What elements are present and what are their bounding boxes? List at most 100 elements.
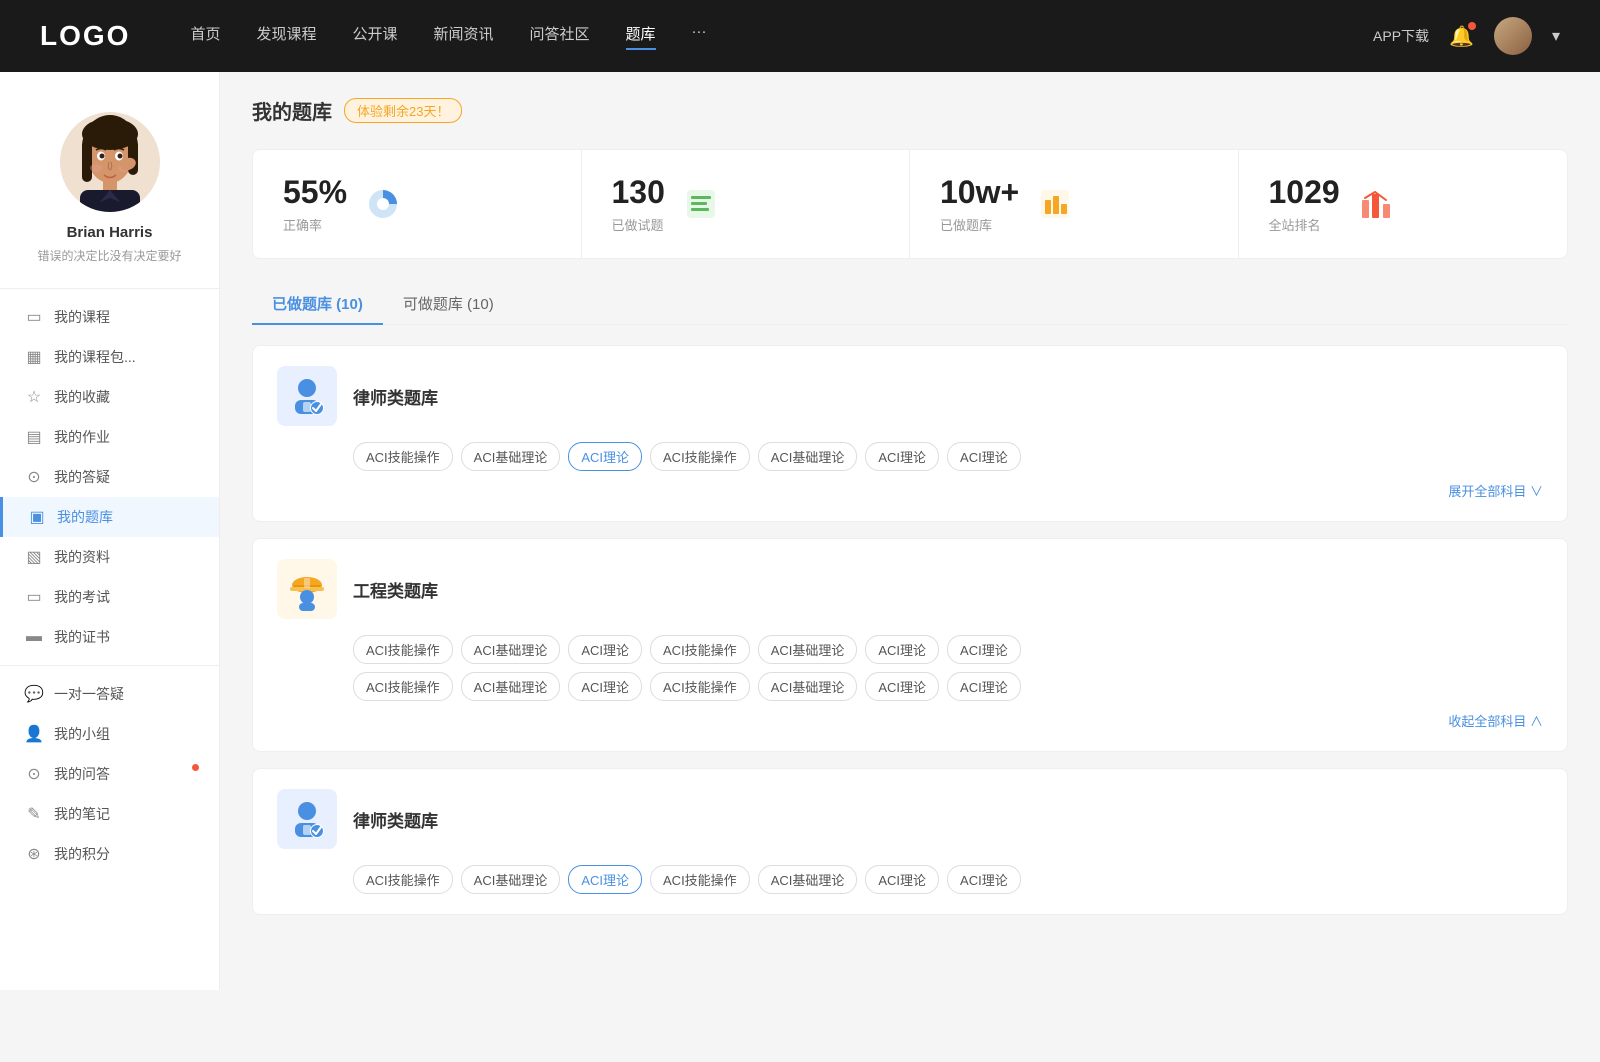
eng-tag-8[interactable]: ACI基础理论: [461, 672, 561, 701]
tab-done-banks[interactable]: 已做题库 (10): [252, 283, 383, 324]
eng-tag-13[interactable]: ACI理论: [947, 672, 1021, 701]
eng-tag-10[interactable]: ACI技能操作: [650, 672, 750, 701]
sidebar-item-exam[interactable]: ▭ 我的考试: [0, 577, 219, 617]
eng-tag-1[interactable]: ACI基础理论: [461, 635, 561, 664]
tag-3[interactable]: ACI技能操作: [650, 442, 750, 471]
nav-home[interactable]: 首页: [190, 23, 220, 50]
eng-tag-6[interactable]: ACI理论: [947, 635, 1021, 664]
sidebar-item-label: 我的课程包...: [54, 347, 136, 367]
avatar[interactable]: [1494, 17, 1532, 55]
eng-tag-2[interactable]: ACI理论: [568, 635, 642, 664]
tag-2-active[interactable]: ACI理论: [568, 442, 642, 471]
qbank-list: 律师类题库 ACI技能操作 ACI基础理论 ACI理论 ACI技能操作 ACI基…: [252, 345, 1568, 931]
homework-icon: ▤: [24, 427, 44, 447]
qbank-name-lawyer-1: 律师类题库: [353, 384, 438, 409]
l2-tag-6[interactable]: ACI理论: [947, 865, 1021, 894]
tab-available-banks[interactable]: 可做题库 (10): [383, 283, 514, 324]
sidebar-item-label: 我的积分: [54, 844, 110, 864]
sidebar-item-certificate[interactable]: ▬ 我的证书: [0, 617, 219, 657]
sidebar-divider-1: [0, 288, 219, 289]
l2-tag-1[interactable]: ACI基础理论: [461, 865, 561, 894]
qbank-tags-lawyer-1: ACI技能操作 ACI基础理论 ACI理论 ACI技能操作 ACI基础理论 AC…: [353, 442, 1543, 471]
sidebar-item-qa[interactable]: ⊙ 我的答疑: [0, 457, 219, 497]
question-dot: [192, 764, 199, 771]
l2-tag-0[interactable]: ACI技能操作: [353, 865, 453, 894]
nav-qa[interactable]: 问答社区: [530, 23, 590, 50]
l2-tag-4[interactable]: ACI基础理论: [758, 865, 858, 894]
sidebar-item-label: 我的证书: [54, 627, 110, 647]
collapse-link[interactable]: 收起全部科目 ∧: [1448, 714, 1543, 729]
sidebar-item-1on1[interactable]: 💬 一对一答疑: [0, 674, 219, 714]
app-download-button[interactable]: APP下载: [1373, 26, 1429, 46]
sidebar-item-mygroup[interactable]: 👤 我的小组: [0, 714, 219, 754]
sidebar-item-mypoints[interactable]: ⊛ 我的积分: [0, 834, 219, 874]
sidebar-item-homework[interactable]: ▤ 我的作业: [0, 417, 219, 457]
notification-bell[interactable]: 🔔: [1449, 24, 1474, 49]
sidebar-item-favorites[interactable]: ☆ 我的收藏: [0, 377, 219, 417]
tag-4[interactable]: ACI基础理论: [758, 442, 858, 471]
nav-opencourse[interactable]: 公开课: [352, 23, 397, 50]
stat-done-banks: 10w+ 已做题库: [910, 150, 1239, 258]
sidebar-item-label: 我的小组: [54, 724, 110, 744]
stat-done-questions: 130 已做试题: [582, 150, 911, 258]
tag-0[interactable]: ACI技能操作: [353, 442, 453, 471]
qbank-tags-engineer-row1: ACI技能操作 ACI基础理论 ACI理论 ACI技能操作 ACI基础理论 AC…: [353, 635, 1543, 664]
tag-6[interactable]: ACI理论: [947, 442, 1021, 471]
tag-5[interactable]: ACI理论: [865, 442, 939, 471]
main-content: 我的题库 体验剩余23天！ 55% 正确率: [220, 72, 1600, 990]
eng-tag-5[interactable]: ACI理论: [865, 635, 939, 664]
eng-tag-7[interactable]: ACI技能操作: [353, 672, 453, 701]
qbank-card-header-3: 律师类题库: [277, 789, 1543, 849]
eng-tag-0[interactable]: ACI技能操作: [353, 635, 453, 664]
nav-news[interactable]: 新闻资讯: [434, 23, 494, 50]
qbank-tags-lawyer-2: ACI技能操作 ACI基础理论 ACI理论 ACI技能操作 ACI基础理论 AC…: [353, 865, 1543, 894]
sidebar-divider-2: [0, 665, 219, 666]
stat-ranking-label: 全站排名: [1269, 215, 1340, 234]
main-layout: Brian Harris 错误的决定比没有决定要好 ▭ 我的课程 ▦ 我的课程包…: [0, 72, 1600, 990]
exam-icon: ▭: [24, 587, 44, 607]
trial-badge: 体验剩余23天！: [344, 98, 462, 123]
eng-tag-9[interactable]: ACI理论: [568, 672, 642, 701]
sidebar-item-coursepackage[interactable]: ▦ 我的课程包...: [0, 337, 219, 377]
sidebar-item-mydata[interactable]: ▧ 我的资料: [0, 537, 219, 577]
mygroup-icon: 👤: [24, 724, 44, 744]
eng-tag-3[interactable]: ACI技能操作: [650, 635, 750, 664]
eng-tag-4[interactable]: ACI基础理论: [758, 635, 858, 664]
eng-tag-12[interactable]: ACI理论: [865, 672, 939, 701]
favorites-icon: ☆: [24, 387, 44, 407]
sidebar-item-myquestion[interactable]: ⊙ 我的问答: [0, 754, 219, 794]
expand-link-1[interactable]: 展开全部科目 ∨: [1448, 484, 1543, 499]
stat-ranking: 1029 全站排名: [1239, 150, 1568, 258]
nav-questionbank[interactable]: 题库: [626, 23, 656, 50]
nav-links: 首页 发现课程 公开课 新闻资讯 问答社区 题库 ···: [190, 23, 1373, 50]
stat-banks-value: 10w+: [940, 174, 1019, 211]
sidebar-menu: ▭ 我的课程 ▦ 我的课程包... ☆ 我的收藏 ▤ 我的作业 ⊙ 我的答疑 ▣…: [0, 297, 219, 874]
mynotes-icon: ✎: [24, 804, 44, 824]
sidebar-item-label: 我的题库: [57, 507, 113, 527]
tag-1[interactable]: ACI基础理论: [461, 442, 561, 471]
qbank-lawyer-icon: [277, 366, 337, 426]
sidebar: Brian Harris 错误的决定比没有决定要好 ▭ 我的课程 ▦ 我的课程包…: [0, 72, 220, 990]
sidebar-item-label: 我的问答: [54, 764, 110, 784]
nav-discover[interactable]: 发现课程: [256, 23, 316, 50]
stat-done-value: 130: [612, 174, 665, 211]
sidebar-item-questionbank[interactable]: ▣ 我的题库: [0, 497, 219, 537]
qbank-tags-engineer-row2: ACI技能操作 ACI基础理论 ACI理论 ACI技能操作 ACI基础理论 AC…: [353, 672, 1543, 701]
user-dropdown-arrow[interactable]: ▾: [1552, 26, 1560, 46]
coursepackage-icon: ▦: [24, 347, 44, 367]
nav-more[interactable]: ···: [692, 23, 707, 50]
sidebar-item-label: 我的考试: [54, 587, 110, 607]
sidebar-item-label: 我的收藏: [54, 387, 110, 407]
l2-tag-5[interactable]: ACI理论: [865, 865, 939, 894]
l2-tag-2-active[interactable]: ACI理论: [568, 865, 642, 894]
sidebar-item-mycourse[interactable]: ▭ 我的课程: [0, 297, 219, 337]
sidebar-item-mynotes[interactable]: ✎ 我的笔记: [0, 794, 219, 834]
eng-tag-11[interactable]: ACI基础理论: [758, 672, 858, 701]
qbank-card-header: 律师类题库: [277, 366, 1543, 426]
sidebar-item-label: 我的资料: [54, 547, 110, 567]
ranking-icon: [1356, 184, 1396, 224]
page-header: 我的题库 体验剩余23天！: [252, 96, 1568, 125]
l2-tag-3[interactable]: ACI技能操作: [650, 865, 750, 894]
sidebar-profile: Brian Harris 错误的决定比没有决定要好: [0, 92, 219, 280]
logo: LOGO: [40, 20, 130, 52]
